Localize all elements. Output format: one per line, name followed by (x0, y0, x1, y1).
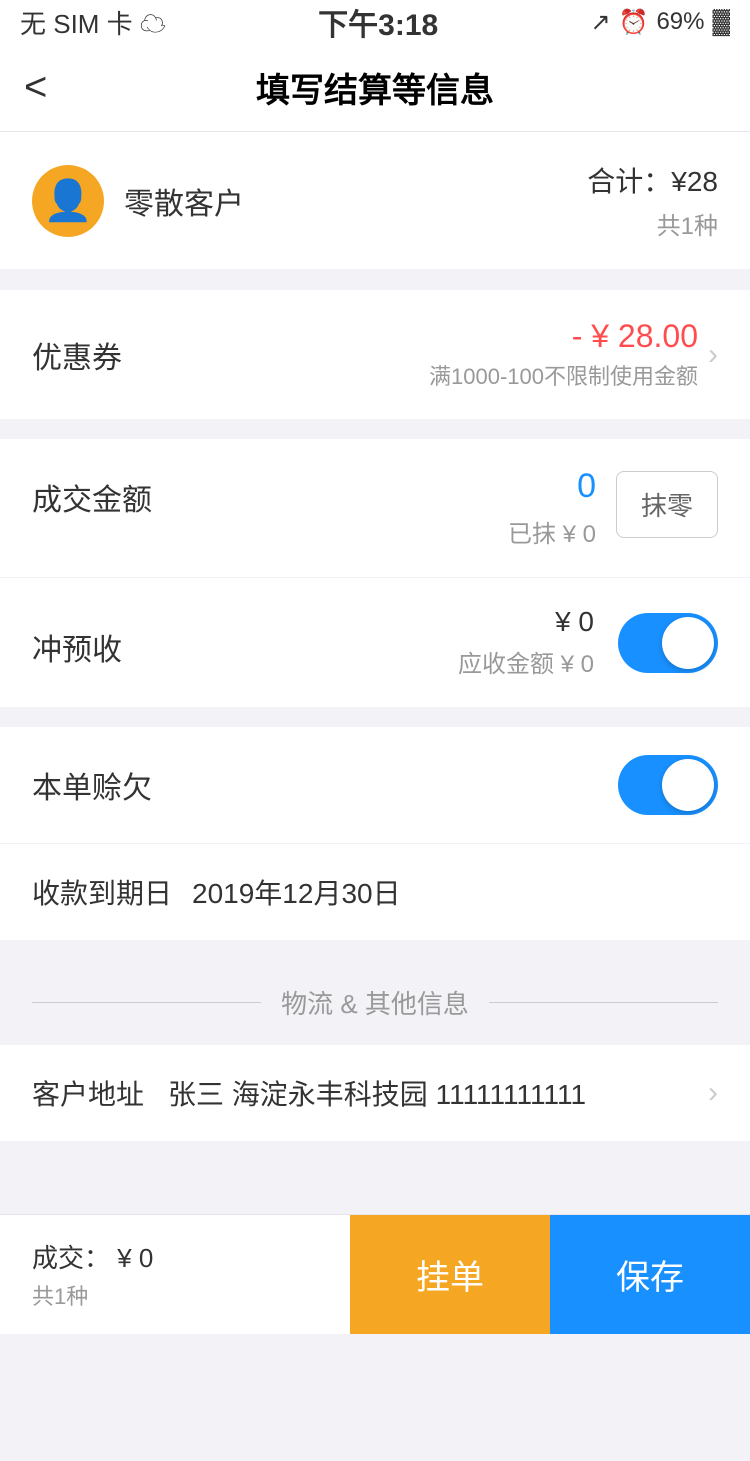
battery-level: 69% (656, 8, 704, 36)
status-time: 下午3:18 (318, 0, 438, 44)
coupon-right: - ¥ 28.00 满1000-100不限制使用金额 › (429, 318, 718, 391)
bottom-deal-amount: ¥ 0 (117, 1243, 153, 1273)
coupon-row[interactable]: 优惠券 - ¥ 28.00 满1000-100不限制使用金额 › (0, 289, 750, 419)
due-date-label: 收款到期日 (32, 872, 172, 912)
prepayment-toggle[interactable] (618, 613, 718, 673)
prepayment-label: 冲预收 (32, 617, 122, 669)
bottom-count: 共1种 (32, 1279, 318, 1311)
total-amount: 合计：¥28 (587, 160, 718, 200)
status-bar: 无 SIM 卡 ☁ 下午3:18 ↗ ⏰ 69% ▓ (0, 0, 750, 44)
debt-toggle[interactable] (618, 755, 718, 815)
address-row[interactable]: 客户地址 张三 海淀永丰科技园 11111111111 › (0, 1045, 750, 1141)
page-title: 填写结算等信息 (256, 63, 494, 112)
avatar-icon: 👤 (43, 177, 93, 224)
transaction-label: 成交金额 (32, 467, 152, 519)
divider-line-right (489, 1002, 718, 1003)
debt-section: 本单赊欠 收款到期日 2019年12月30日 (0, 727, 750, 940)
due-date-row[interactable]: 收款到期日 2019年12月30日 (0, 844, 750, 940)
coupon-label: 优惠券 (32, 333, 122, 377)
transaction-amount[interactable]: 0 (508, 467, 596, 506)
address-value: 张三 海淀永丰科技园 11111111111 (168, 1073, 708, 1113)
customer-section: 👤 零散客户 合计：¥28 共1种 (0, 132, 750, 269)
debt-row: 本单赊欠 (0, 727, 750, 844)
address-section[interactable]: 客户地址 张三 海淀永丰科技园 11111111111 › (0, 1045, 750, 1141)
middle-section: 成交金额 0 已抹 ¥ 0 抹零 冲预收 ¥ 0 应收金额 ¥ 0 (0, 439, 750, 707)
bottom-bar: 成交： ¥ 0 共1种 挂单 保存 (0, 1214, 750, 1334)
total-count: 共1种 (587, 206, 718, 241)
nav-bar: < 填写结算等信息 (0, 44, 750, 132)
status-right: ↗ ⏰ 69% ▓ (590, 8, 730, 37)
bottom-info: 成交： ¥ 0 共1种 (0, 1215, 350, 1334)
transaction-row: 成交金额 0 已抹 ¥ 0 抹零 (0, 439, 750, 578)
customer-row: 👤 零散客户 合计：¥28 共1种 (0, 132, 750, 269)
debt-toggle-knob (662, 759, 714, 811)
save-button[interactable]: 保存 (550, 1215, 750, 1334)
chevron-right-icon: › (708, 338, 718, 372)
address-label: 客户地址 (32, 1073, 144, 1113)
divider-line-left (32, 1002, 261, 1003)
alarm-icon: ⏰ (619, 8, 649, 37)
amount-block: 0 已抹 ¥ 0 (508, 467, 596, 549)
customer-right: 合计：¥28 共1种 (587, 160, 718, 241)
pending-button[interactable]: 挂单 (350, 1215, 550, 1334)
prepayment-amount: ¥ 0 (458, 606, 594, 638)
status-left: 无 SIM 卡 ☁ (20, 4, 166, 41)
logistics-label: 物流 & 其他信息 (261, 984, 489, 1021)
logistics-divider: 物流 & 其他信息 (0, 960, 750, 1045)
customer-name: 零散客户 (124, 179, 244, 223)
address-right: › (708, 1076, 718, 1110)
toggle-knob (662, 617, 714, 669)
transaction-right: 0 已抹 ¥ 0 抹零 (508, 467, 718, 549)
address-chevron-icon: › (708, 1076, 718, 1110)
location-icon: ↗ (590, 8, 610, 37)
logistics-section: 物流 & 其他信息 (0, 960, 750, 1045)
prepayment-info: ¥ 0 应收金额 ¥ 0 (458, 606, 594, 679)
round-button[interactable]: 抹零 (616, 471, 718, 538)
coupon-discount: - ¥ 28.00 (429, 318, 698, 355)
bottom-deal-label: 成交： (32, 1243, 110, 1273)
due-date-value: 2019年12月30日 (192, 872, 401, 912)
coupon-section[interactable]: 优惠券 - ¥ 28.00 满1000-100不限制使用金额 › (0, 289, 750, 419)
bottom-deal: 成交： ¥ 0 (32, 1238, 318, 1275)
debt-label: 本单赊欠 (32, 763, 152, 807)
coupon-desc: 满1000-100不限制使用金额 (429, 359, 698, 391)
prepayment-right: ¥ 0 应收金额 ¥ 0 (458, 606, 718, 679)
customer-left: 👤 零散客户 (32, 165, 244, 237)
transaction-sub: 已抹 ¥ 0 (508, 514, 596, 549)
back-button[interactable]: < (24, 65, 47, 110)
battery-icon: ▓ (713, 8, 731, 36)
prepayment-sub: 应收金额 ¥ 0 (458, 644, 594, 679)
sim-label: 无 SIM 卡 ☁ (20, 4, 166, 41)
avatar: 👤 (32, 165, 104, 237)
coupon-info: - ¥ 28.00 满1000-100不限制使用金额 (429, 318, 698, 391)
prepayment-row: 冲预收 ¥ 0 应收金额 ¥ 0 (0, 578, 750, 707)
